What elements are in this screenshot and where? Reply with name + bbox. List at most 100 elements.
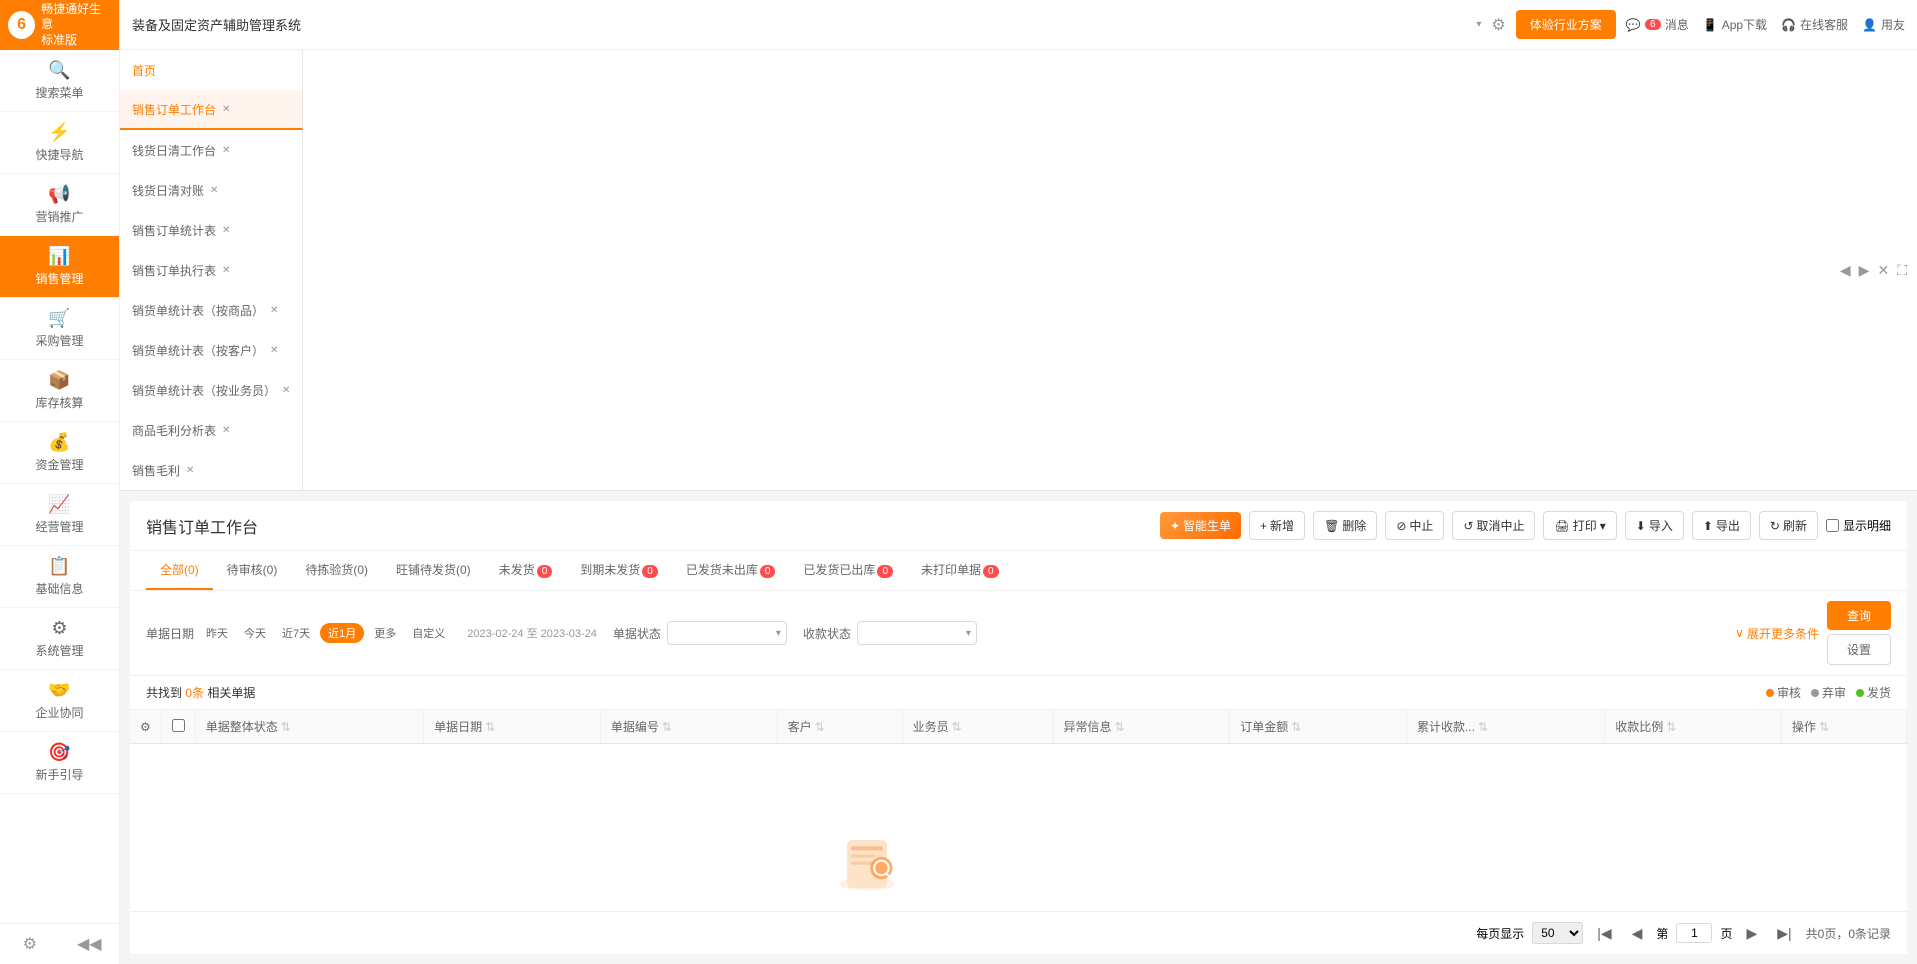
new-btn[interactable]: + 新增: [1249, 511, 1305, 540]
tab-maximize-btn[interactable]: ⛶: [1895, 260, 1909, 281]
sort-icon-0[interactable]: ⇅: [281, 720, 291, 734]
filter-tab-3[interactable]: 旺铺待发货(0): [382, 551, 485, 590]
payment-select[interactable]: [857, 621, 977, 645]
page-number-input[interactable]: [1676, 923, 1712, 943]
filter-tab-0[interactable]: 全部(0): [146, 551, 213, 590]
tab-close-7[interactable]: ✕: [270, 345, 278, 356]
tab-close-8[interactable]: ✕: [282, 385, 290, 396]
sidebar-item-2[interactable]: 📢营销推广: [0, 174, 119, 236]
filter-tab-5[interactable]: 到期未发货0: [566, 551, 672, 590]
tab-close-10[interactable]: ✕: [186, 465, 194, 476]
batch-action-2[interactable]: 发货: [1856, 684, 1891, 701]
tab-1[interactable]: 销售订单工作台✕: [120, 90, 303, 130]
filter-tab-2[interactable]: 待拣验货(0): [291, 551, 382, 590]
sidebar-item-1[interactable]: ⚡快捷导航: [0, 112, 119, 174]
ai-gen-btn[interactable]: ✦ 智能生单: [1160, 512, 1241, 539]
tab-close-6[interactable]: ✕: [270, 305, 278, 316]
print-btn[interactable]: 🖨 打印 ▾: [1543, 511, 1616, 540]
industry-btn[interactable]: 体验行业方案: [1516, 10, 1616, 39]
online-service-btn[interactable]: 🎧 在线客服: [1781, 16, 1848, 33]
next-page-btn[interactable]: ▶: [1740, 923, 1763, 944]
sort-icon-4[interactable]: ⇅: [952, 720, 962, 734]
sidebar-item-4[interactable]: 🛒采购管理: [0, 298, 119, 360]
sort-icon-9[interactable]: ⇅: [1819, 720, 1829, 734]
filter-tab-4[interactable]: 未发货0: [485, 551, 567, 590]
col-settings[interactable]: ⚙: [130, 710, 161, 744]
tab-close-5[interactable]: ✕: [222, 265, 230, 276]
show-detail-checkbox[interactable]: 显示明细: [1826, 517, 1891, 534]
date-opt-更多[interactable]: 更多: [368, 623, 402, 643]
tab-0[interactable]: 首页: [120, 50, 303, 90]
message-btn[interactable]: 💬 6 消息: [1626, 16, 1689, 33]
sidebar-item-11[interactable]: 🎯新手引导: [0, 732, 119, 794]
date-opt-今天[interactable]: 今天: [238, 623, 272, 643]
date-filter: 单据日期 昨天今天近7天近1月更多自定义: [146, 623, 451, 643]
prev-page-btn[interactable]: ◀: [1626, 923, 1649, 944]
tab-close-4[interactable]: ✕: [222, 225, 230, 236]
sidebar-item-9[interactable]: ⚙系统管理: [0, 608, 119, 670]
sort-icon-5[interactable]: ⇅: [1115, 720, 1125, 734]
app-download-btn[interactable]: 📱 App下载: [1703, 16, 1767, 33]
settings-icon[interactable]: ⚙: [0, 924, 60, 964]
delete-btn[interactable]: 🗑 删除: [1313, 511, 1377, 540]
user-btn[interactable]: 👤 用友: [1862, 16, 1905, 33]
first-page-btn[interactable]: |◀: [1591, 923, 1617, 944]
sidebar-item-8[interactable]: 📋基础信息: [0, 546, 119, 608]
sort-icon-6[interactable]: ⇅: [1291, 720, 1301, 734]
tab-10[interactable]: 销售毛利✕: [120, 450, 303, 490]
date-opt-近1月[interactable]: 近1月: [320, 623, 364, 643]
tab-close-2[interactable]: ✕: [222, 145, 230, 156]
stop-btn[interactable]: ⊘ 中止: [1385, 511, 1444, 540]
date-opt-昨天[interactable]: 昨天: [200, 623, 234, 643]
tab-9[interactable]: 商品毛利分析表✕: [120, 410, 303, 450]
filter-tab-1[interactable]: 待审核(0): [213, 551, 292, 590]
refresh-btn[interactable]: ↻ 刷新: [1759, 511, 1818, 540]
export-btn[interactable]: ⬆ 导出: [1692, 511, 1751, 540]
tab-close-3[interactable]: ✕: [210, 185, 218, 196]
status-select[interactable]: [667, 621, 787, 645]
tab-7[interactable]: 销货单统计表（按客户）✕: [120, 330, 303, 370]
tab-scroll-left-btn[interactable]: ◀: [1838, 260, 1853, 281]
sidebar-item-10[interactable]: 🤝企业协同: [0, 670, 119, 732]
filter-tab-7[interactable]: 已发货已出库0: [789, 551, 907, 590]
tab-close-all-btn[interactable]: ✕: [1875, 260, 1891, 281]
sort-icon-8[interactable]: ⇅: [1666, 720, 1676, 734]
sort-icon-7[interactable]: ⇅: [1478, 720, 1488, 734]
query-btn[interactable]: 查询: [1827, 601, 1891, 630]
sidebar-item-5[interactable]: 📦库存核算: [0, 360, 119, 422]
import-btn[interactable]: ⬇ 导入: [1625, 511, 1684, 540]
batch-action-0[interactable]: 审核: [1766, 684, 1801, 701]
expand-conditions-btn[interactable]: ∨ 展开更多条件: [1735, 625, 1819, 642]
filter-tab-8[interactable]: 未打印单据0: [907, 551, 1013, 590]
date-opt-近7天[interactable]: 近7天: [276, 623, 316, 643]
page-size-select[interactable]: 50 100 200: [1532, 922, 1583, 944]
select-all-checkbox[interactable]: [172, 719, 185, 732]
sidebar-item-6[interactable]: 💰资金管理: [0, 422, 119, 484]
sort-icon-1[interactable]: ⇅: [485, 720, 495, 734]
system-dropdown-arrow[interactable]: ▾: [1476, 19, 1481, 30]
tab-5[interactable]: 销售订单执行表✕: [120, 250, 303, 290]
sort-icon-3[interactable]: ⇅: [815, 720, 825, 734]
tab-scroll-right-btn[interactable]: ▶: [1857, 260, 1872, 281]
last-page-btn[interactable]: ▶|: [1771, 923, 1797, 944]
settings-cols-icon[interactable]: ⚙: [140, 720, 151, 734]
sidebar-item-7[interactable]: 📈经营管理: [0, 484, 119, 546]
filter-tab-6[interactable]: 已发货未出库0: [672, 551, 790, 590]
tab-close-1[interactable]: ✕: [222, 104, 230, 115]
tab-2[interactable]: 钱货日清工作台✕: [120, 130, 303, 170]
tab-4[interactable]: 销售订单统计表✕: [120, 210, 303, 250]
batch-action-1[interactable]: 弃审: [1811, 684, 1846, 701]
sidebar-item-0[interactable]: 🔍搜索菜单: [0, 50, 119, 112]
sort-icon-2[interactable]: ⇅: [662, 720, 672, 734]
tab-close-9[interactable]: ✕: [222, 425, 230, 436]
tab-6[interactable]: 销货单统计表（按商品）✕: [120, 290, 303, 330]
cancel-stop-btn[interactable]: ↺ 取消中止: [1452, 511, 1535, 540]
sidebar-item-3[interactable]: 📊销售管理: [0, 236, 119, 298]
collapse-icon[interactable]: ◀◀: [60, 924, 120, 964]
settings-gear-icon[interactable]: ⚙: [1491, 15, 1505, 35]
tab-8[interactable]: 销货单统计表（按业务员）✕: [120, 370, 303, 410]
date-opt-自定义[interactable]: 自定义: [406, 623, 451, 643]
tab-3[interactable]: 钱货日清对账✕: [120, 170, 303, 210]
filter-setting-btn[interactable]: 设置: [1827, 634, 1891, 665]
show-detail-input[interactable]: [1826, 519, 1839, 532]
